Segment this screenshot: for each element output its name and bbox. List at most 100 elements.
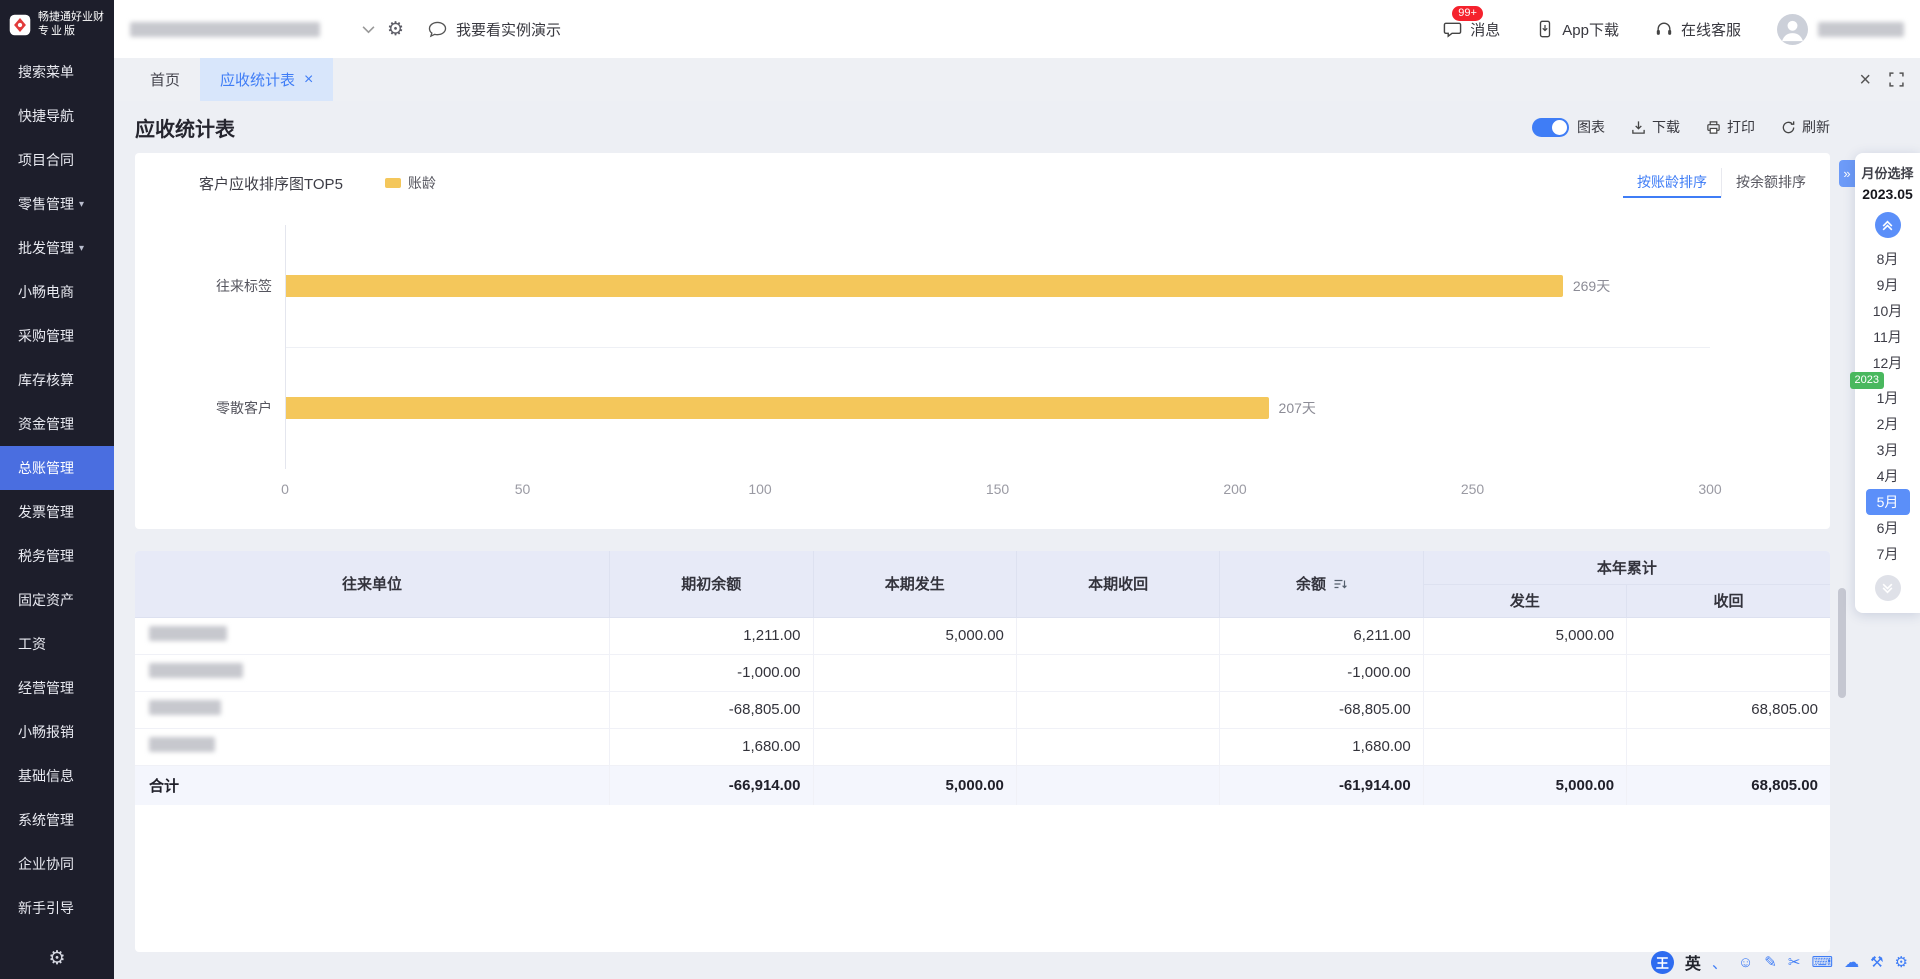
download-button[interactable]: 下载 (1631, 117, 1680, 137)
table-row[interactable]: -1,000.00-1,000.00 (135, 654, 1830, 691)
amount-cell: 1,680.00 (610, 728, 813, 765)
table-row[interactable]: -68,805.00-68,805.0068,805.00 (135, 691, 1830, 728)
scroll-down-button[interactable] (1875, 575, 1901, 601)
legend-label: 账龄 (408, 173, 436, 193)
sidebar-item[interactable]: 税务管理 (0, 534, 114, 578)
toolbox-icon[interactable]: ⚒ (1870, 953, 1883, 971)
scrollbar-thumb[interactable] (1838, 588, 1846, 698)
demo-link-label: 我要看实例演示 (456, 19, 561, 40)
chevron-down-icon: ▾ (79, 199, 84, 210)
month-item[interactable]: 9月 (1866, 272, 1910, 298)
sidebar-item[interactable]: 总账管理 (0, 446, 114, 490)
sidebar-item[interactable]: 库存核算 (0, 358, 114, 402)
sidebar-item[interactable]: 新手引导 (0, 886, 114, 930)
sidebar-item[interactable]: 搜索菜单 (0, 50, 114, 94)
sidebar-item[interactable]: 快捷导航 (0, 94, 114, 138)
sidebar-item[interactable]: 项目合同 (0, 138, 114, 182)
ime-logo-icon[interactable]: 王 (1651, 951, 1674, 974)
sidebar-item[interactable]: 零售管理▾ (0, 182, 114, 226)
sidebar-item[interactable]: 资金管理 (0, 402, 114, 446)
sidebar-item-label: 基础信息 (18, 766, 74, 786)
fullscreen-icon[interactable] (1889, 72, 1904, 87)
sidebar-item-label: 采购管理 (18, 326, 74, 346)
month-item[interactable]: 2月 (1866, 411, 1910, 437)
settings-gear-icon[interactable]: ⚙ (1895, 953, 1908, 971)
app-download-label: App下载 (1562, 19, 1619, 40)
scissors-icon[interactable]: ✂ (1788, 953, 1801, 971)
month-item[interactable]: 5月 (1866, 489, 1910, 515)
sidebar-item[interactable]: 固定资产 (0, 578, 114, 622)
phone-download-icon (1536, 20, 1554, 38)
month-item[interactable]: 6月 (1866, 515, 1910, 541)
sidebar-item[interactable]: 工资 (0, 622, 114, 666)
pen-icon[interactable]: ✎ (1764, 953, 1777, 971)
sidebar-item[interactable]: 发票管理 (0, 490, 114, 534)
sidebar-item[interactable]: 小畅电商 (0, 270, 114, 314)
amount-cell (1423, 654, 1626, 691)
month-item[interactable]: 4月 (1866, 463, 1910, 489)
month-item[interactable]: 10月 (1866, 298, 1910, 324)
sidebar-item[interactable]: 批发管理▾ (0, 226, 114, 270)
brand-edition: 专业版 (38, 25, 104, 39)
customer-name-cell (135, 691, 610, 728)
x-axis: 050100150200250300 (285, 481, 1710, 501)
sidebar-item[interactable]: 基础信息 (0, 754, 114, 798)
messages-button[interactable]: 99+ 消息 (1443, 19, 1500, 40)
sidebar: 畅捷通好业财 专业版 搜索菜单快捷导航项目合同零售管理▾批发管理▾小畅电商采购管… (0, 0, 114, 979)
tab-label: 应收统计表 (220, 69, 295, 90)
month-item[interactable]: 3月 (1866, 437, 1910, 463)
amount-cell (813, 728, 1016, 765)
refresh-button[interactable]: 刷新 (1781, 117, 1830, 137)
emoji-icon[interactable]: ☺ (1738, 954, 1753, 971)
close-icon[interactable]: × (304, 72, 313, 88)
col-header-balance[interactable]: 余额 (1220, 551, 1423, 617)
print-button[interactable]: 打印 (1706, 117, 1755, 137)
sort-by-balance-tab[interactable]: 按余额排序 (1721, 168, 1820, 198)
online-service-label: 在线客服 (1681, 19, 1741, 40)
chart-toggle[interactable] (1532, 118, 1569, 137)
collapse-panel-button[interactable]: » (1839, 160, 1855, 187)
sort-icon[interactable] (1333, 577, 1347, 591)
user-profile[interactable] (1777, 14, 1904, 45)
keyboard-icon[interactable]: ⌨ (1811, 953, 1833, 971)
org-selector[interactable] (130, 22, 375, 37)
sidebar-menu: 搜索菜单快捷导航项目合同零售管理▾批发管理▾小畅电商采购管理库存核算资金管理总账… (0, 50, 114, 937)
tab-home[interactable]: 首页 (130, 58, 200, 101)
ime-icons: 、 ☺ ✎ ✂ ⌨ ☁ ⚒ ⚙ (1712, 952, 1908, 973)
month-item[interactable]: 1月 (1866, 385, 1910, 411)
sidebar-item[interactable]: 企业协同 (0, 842, 114, 886)
sidebar-item-label: 发票管理 (18, 502, 74, 522)
settings-gear-icon[interactable]: ⚙ (387, 18, 404, 41)
table-row[interactable]: 1,211.005,000.006,211.005,000.00 (135, 617, 1830, 654)
sidebar-item-label: 新手引导 (18, 898, 74, 918)
table-row[interactable]: 1,680.001,680.00 (135, 728, 1830, 765)
content: 应收统计表 图表 下载 打印 (114, 101, 1920, 979)
sidebar-item[interactable]: 系统管理 (0, 798, 114, 842)
sidebar-item-label: 固定资产 (18, 590, 74, 610)
tab-receivable-report[interactable]: 应收统计表 × (200, 58, 333, 101)
sort-by-aging-tab[interactable]: 按账龄排序 (1623, 168, 1721, 198)
ime-toolbar[interactable]: 王 英 、 ☺ ✎ ✂ ⌨ ☁ ⚒ ⚙ (1651, 950, 1908, 974)
x-axis-tick: 100 (748, 481, 771, 497)
close-all-tabs-icon[interactable]: × (1859, 70, 1871, 90)
month-item[interactable]: 8月 (1866, 246, 1910, 272)
sidebar-item-label: 批发管理 (18, 238, 74, 258)
sidebar-item[interactable]: 经营管理 (0, 666, 114, 710)
scroll-up-button[interactable] (1875, 212, 1901, 238)
app-download-button[interactable]: App下载 (1536, 19, 1619, 40)
cloud-icon[interactable]: ☁ (1844, 953, 1859, 971)
tab-label: 首页 (150, 69, 180, 90)
ime-language-indicator[interactable]: 英 (1685, 950, 1701, 974)
month-item[interactable]: 7月 (1866, 541, 1910, 567)
x-axis-tick: 250 (1461, 481, 1484, 497)
redacted-customer-name (149, 737, 215, 752)
month-item[interactable]: 11月 (1866, 324, 1910, 350)
sidebar-item[interactable]: 小畅报销 (0, 710, 114, 754)
sidebar-settings-gear-icon[interactable]: ⚙ (0, 937, 114, 979)
punctuation-icon[interactable]: 、 (1712, 952, 1727, 973)
demo-link[interactable]: 我要看实例演示 (428, 19, 561, 40)
sidebar-item[interactable]: 采购管理 (0, 314, 114, 358)
redacted-customer-name (149, 663, 243, 678)
online-service-button[interactable]: 在线客服 (1655, 19, 1741, 40)
chart-sort-tabs: 按账龄排序 按余额排序 (1623, 168, 1820, 198)
